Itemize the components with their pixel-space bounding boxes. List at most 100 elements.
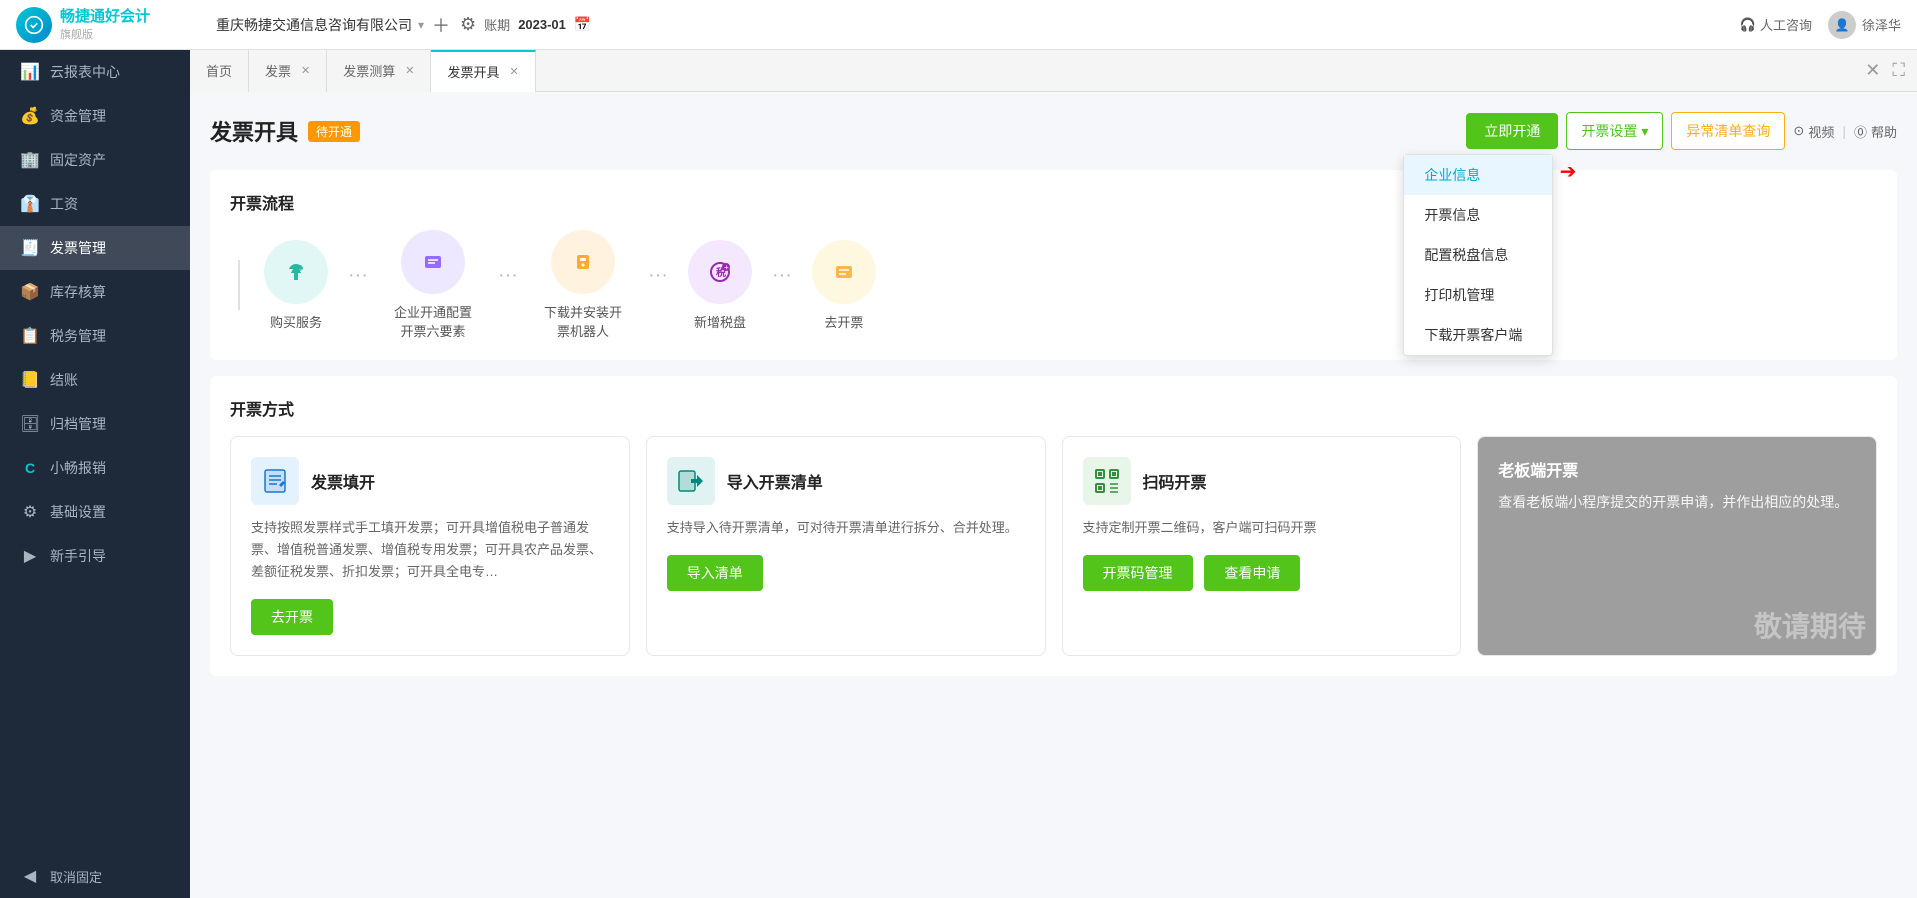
logo-area: 畅捷通好会计 旗舰版 (16, 7, 206, 43)
sidebar-item-xinshou[interactable]: ▶ 新手引导 (0, 534, 190, 578)
sidebar-item-fapiao[interactable]: 🧾 发票管理 (0, 226, 190, 270)
consult-button[interactable]: 🎧 人工咨询 (1740, 15, 1812, 34)
maximize-icon[interactable]: ⛶ (1888, 56, 1909, 85)
divider: | (1842, 123, 1846, 139)
close-tab-icon[interactable]: ✕ (1861, 56, 1884, 85)
sidebar-item-gongzi[interactable]: 👔 工资 (0, 182, 190, 226)
chevron-down-icon: ▾ (418, 18, 424, 32)
close-icon[interactable]: ✕ (301, 64, 310, 77)
close-icon[interactable]: ✕ (405, 64, 414, 77)
svg-text:+: + (724, 263, 729, 272)
flow-connector-3: ··· (648, 264, 668, 307)
settings-icon[interactable]: ⚙ (460, 14, 476, 35)
video-button[interactable]: ⊙ 视频 (1793, 122, 1834, 141)
flow-step-icon-1: + (264, 240, 328, 304)
user-info[interactable]: 👤 徐泽华 (1828, 11, 1901, 39)
sidebar-item-guidang[interactable]: 🗄 归档管理 (0, 402, 190, 446)
sidebar-item-zijin[interactable]: 💰 资金管理 (0, 94, 190, 138)
flow-step-icon-5 (812, 240, 876, 304)
boss-desc: 查看老板端小程序提交的开票申请，并作出相应的处理。 (1498, 491, 1856, 515)
sidebar-item-jiezhang[interactable]: 📒 结账 (0, 358, 190, 402)
tab-label: 发票开具 (447, 62, 499, 81)
top-right: 🎧 人工咨询 👤 徐泽华 (1740, 11, 1901, 39)
fill-desc: 支持按照发票样式手工填开发票；可开具增值税电子普通发票、增值税普通发票、增值税专… (251, 517, 609, 583)
company-selector[interactable]: 重庆畅捷交通信息咨询有限公司 ▾ (216, 15, 424, 35)
chart-icon: 📊 (20, 62, 40, 82)
company-name: 重庆畅捷交通信息咨询有限公司 (216, 15, 412, 35)
method-card-fill: 发票填开 支持按照发票样式手工填开发票；可开具增值税电子普通发票、增值税普通发票… (230, 436, 630, 656)
flow-step-icon-3 (551, 230, 615, 294)
boss-title: 老板端开票 (1498, 457, 1856, 481)
abnormal-button[interactable]: 异常清单查询 (1671, 112, 1785, 150)
building-icon: 🏢 (20, 150, 40, 170)
logo-icon (16, 7, 52, 43)
sidebar-item-gudingzichan[interactable]: 🏢 固定资产 (0, 138, 190, 182)
sidebar-item-kucun[interactable]: 📦 库存核算 (0, 270, 190, 314)
activate-button[interactable]: 立即开通 (1466, 113, 1558, 149)
page-content: 发票开具 待开通 立即开通 开票设置 ▾ (190, 92, 1917, 898)
dropdown-item-qiyeinfo[interactable]: 企业信息 ➔ (1404, 155, 1552, 195)
page-header: 发票开具 待开通 立即开通 开票设置 ▾ (210, 112, 1897, 150)
tab-fapiao-kaiju[interactable]: 发票开具 ✕ (431, 50, 535, 92)
method-cards: 发票填开 支持按照发票样式手工填开发票；可开具增值税电子普通发票、增值税普通发票… (230, 436, 1877, 656)
import-invoice-icon (667, 457, 715, 505)
dropdown-item-xiazai[interactable]: 下载开票客户端 (1404, 315, 1552, 355)
invoice-icon: 🧾 (20, 238, 40, 258)
method-card-scan: 扫码开票 支持定制开票二维码，客户端可扫码开票 开票码管理 查看申请 (1062, 436, 1462, 656)
close-icon[interactable]: ✕ (510, 65, 519, 78)
consult-label: 人工咨询 (1760, 15, 1812, 34)
dropdown-item-peizhi[interactable]: 配置税盘信息 (1404, 235, 1552, 275)
methods-title: 开票方式 (230, 396, 1877, 420)
sidebar-item-label: 基础设置 (50, 502, 106, 522)
sidebar-item-label: 发票管理 (50, 238, 106, 258)
tab-fapiao[interactable]: 发票 ✕ (249, 50, 327, 92)
settings-button[interactable]: 开票设置 ▾ (1566, 112, 1663, 150)
fill-button[interactable]: 去开票 (251, 599, 333, 635)
back-icon: ◀ (20, 866, 40, 886)
dropdown-item-kaipiaoxinxi[interactable]: 开票信息 (1404, 195, 1552, 235)
money-icon: 💰 (20, 106, 40, 126)
user-name: 徐泽华 (1862, 15, 1901, 34)
sidebar-item-shuiwu[interactable]: 📋 税务管理 (0, 314, 190, 358)
sidebar-item-label: 库存核算 (50, 282, 106, 302)
method-card-header-fill: 发票填开 (251, 457, 609, 505)
status-badge: 待开通 (308, 121, 360, 142)
logo-title: 畅捷通好会计 (60, 8, 150, 26)
tab-label: 发票 (265, 61, 291, 80)
method-card-boss: 老板端开票 查看老板端小程序提交的开票申请，并作出相应的处理。 敬请期待 (1477, 436, 1877, 656)
dropdown-item-dayinji[interactable]: 打印机管理 (1404, 275, 1552, 315)
flow-title: 开票流程 (230, 190, 1877, 214)
sidebar-item-yunbao[interactable]: 📊 云报表中心 (0, 50, 190, 94)
flow-step-3: 下载并安装开票机器人 (522, 230, 644, 340)
sidebar-item-quxiao[interactable]: ◀ 取消固定 (0, 854, 190, 898)
sidebar-bottom: ◀ 取消固定 (0, 854, 190, 898)
headset-icon: 🎧 (1740, 17, 1756, 33)
sidebar-item-jichushezhi[interactable]: ⚙ 基础设置 (0, 490, 190, 534)
expense-icon: C (20, 460, 40, 476)
calendar-icon[interactable]: 📅 (574, 16, 591, 33)
methods-section: 开票方式 (210, 376, 1897, 676)
watermark-text: 敬请期待 (1754, 605, 1866, 645)
tab-label: 首页 (206, 61, 232, 80)
tab-home[interactable]: 首页 (190, 50, 249, 92)
add-icon[interactable]: ＋ (432, 12, 450, 38)
top-bar-mid: 重庆畅捷交通信息咨询有限公司 ▾ ＋ ⚙ 账期 2023-01 📅 (206, 12, 1740, 38)
flow-connector-2: ··· (498, 264, 518, 307)
scan-manage-button[interactable]: 开票码管理 (1083, 555, 1193, 591)
scan-apply-button[interactable]: 查看申请 (1204, 555, 1300, 591)
salary-icon: 👔 (20, 194, 40, 214)
help-button[interactable]: ⓪ 帮助 (1854, 122, 1897, 141)
flow-step-label-2: 企业开通配置开票六要素 (388, 302, 478, 340)
settings-dropdown-container: 开票设置 ▾ 企业信息 ➔ 开票信息 (1566, 112, 1663, 150)
settings-label: 开票设置 (1581, 121, 1637, 141)
tab-fapiao-cesuan[interactable]: 发票测算 ✕ (327, 50, 431, 92)
sidebar: 📊 云报表中心 💰 资金管理 🏢 固定资产 👔 工资 🧾 发票管理 📦 (0, 50, 190, 898)
method-card-header-scan: 扫码开票 (1083, 457, 1441, 505)
import-button[interactable]: 导入清单 (667, 555, 763, 591)
archive-icon: 🗄 (20, 414, 40, 434)
flow-step-1: + 购买服务 (248, 240, 344, 331)
sidebar-item-xiaochang[interactable]: C 小畅报销 (0, 446, 190, 490)
dropdown-item-label: 开票信息 (1424, 207, 1480, 223)
tab-bar: 首页 发票 ✕ 发票测算 ✕ 发票开具 ✕ ✕ ⛶ (190, 50, 1917, 92)
red-arrow-icon: ➔ (1560, 159, 1577, 184)
